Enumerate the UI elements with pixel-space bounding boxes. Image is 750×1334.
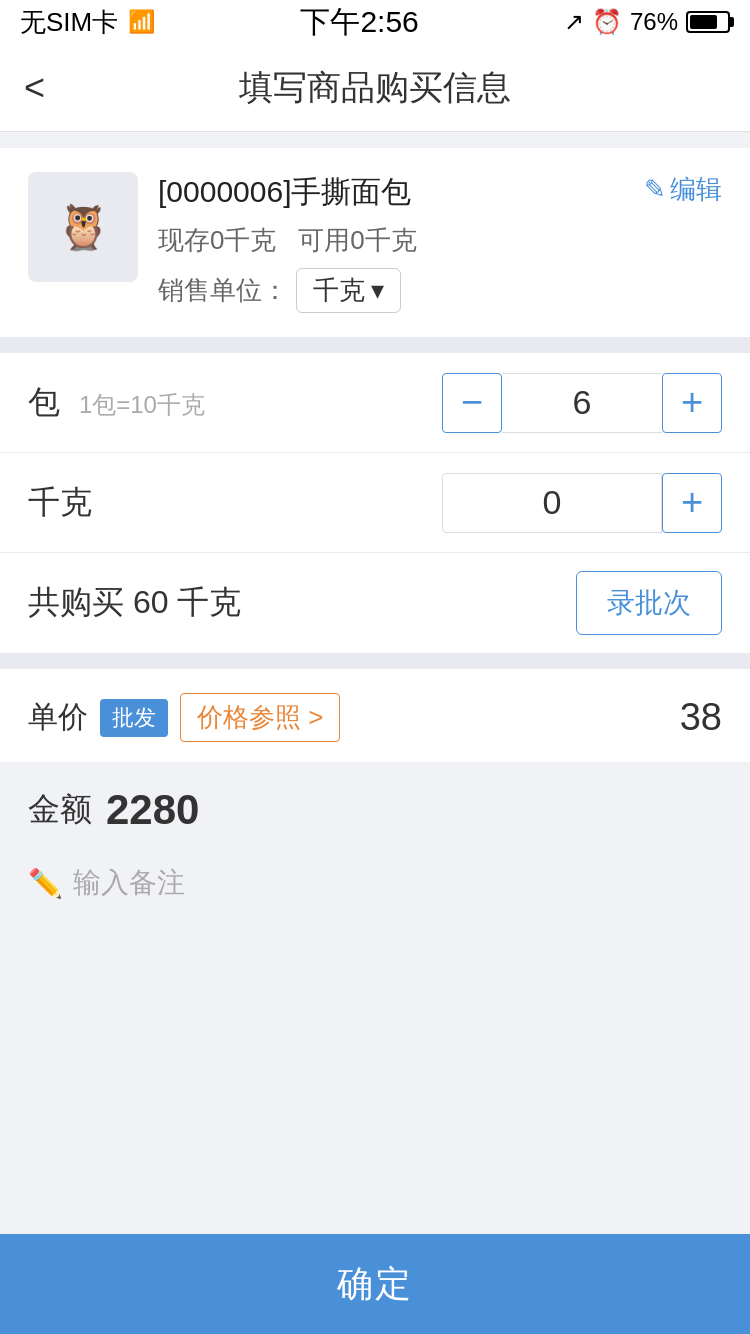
amount-row: 金额 2280 — [28, 786, 722, 834]
status-time: 下午2:56 — [300, 2, 418, 43]
bao-section: 包 1包=10千克 − + 千克 + — [0, 353, 750, 553]
dropdown-arrow-icon: ▾ — [371, 275, 384, 306]
price-ref-button[interactable]: 价格参照 > — [180, 693, 340, 742]
product-logo-icon: 🦉 — [56, 201, 111, 253]
divider-2 — [0, 653, 750, 669]
current-stock: 现存0千克 — [158, 225, 276, 255]
total-row: 共购买 60 千克 录批次 — [0, 553, 750, 653]
bao-increment-button[interactable]: + — [662, 373, 722, 433]
bao-hint: 1包=10千克 — [79, 391, 205, 418]
price-tag: 批发 — [100, 699, 168, 737]
edit-icon: ✎ — [644, 174, 666, 205]
bao-label-text: 包 — [28, 384, 60, 420]
product-thumbnail: 🦉 — [28, 172, 138, 282]
kg-row: 千克 + — [0, 453, 750, 553]
unit-label: 销售单位： — [158, 273, 288, 308]
page-title: 填写商品购买信息 — [239, 65, 511, 111]
total-label: 共购买 60 千克 — [28, 581, 241, 625]
price-row: 单价 批发 价格参照 > 38 — [28, 693, 722, 742]
bao-decrement-button[interactable]: − — [442, 373, 502, 433]
kg-label: 千克 — [28, 481, 442, 525]
product-name: [0000006]手撕面包 — [158, 172, 722, 213]
confirm-button[interactable]: 确定 — [0, 1234, 750, 1334]
alarm-icon: ⏰ — [592, 8, 622, 36]
batch-button[interactable]: 录批次 — [576, 571, 722, 635]
divider-1 — [0, 337, 750, 353]
product-card: 🦉 [0000006]手撕面包 现存0千克 可用0千克 销售单位： 千克 ▾ ✎… — [0, 148, 750, 337]
remark-placeholder: 输入备注 — [73, 864, 185, 902]
bao-qty-input[interactable] — [502, 373, 662, 433]
amount-section: 金额 2280 ✏️ 输入备注 — [0, 762, 750, 922]
bao-label: 包 1包=10千克 — [28, 381, 442, 425]
price-value: 38 — [680, 696, 722, 739]
pencil-icon: ✏️ — [28, 867, 63, 900]
unit-selector[interactable]: 千克 ▾ — [296, 268, 401, 313]
kg-qty-control: + — [442, 473, 722, 533]
status-bar: 无SIM卡 📶 下午2:56 ↗ ⏰ 76% — [0, 0, 750, 44]
edit-label: 编辑 — [670, 172, 722, 207]
carrier-text: 无SIM卡 — [20, 5, 118, 40]
battery-icon — [686, 11, 730, 33]
kg-qty-input[interactable] — [442, 473, 662, 533]
product-info: [0000006]手撕面包 现存0千克 可用0千克 销售单位： 千克 ▾ — [158, 172, 722, 313]
price-section: 单价 批发 价格参照 > 38 — [0, 669, 750, 762]
wifi-icon: 📶 — [128, 9, 155, 35]
product-stock: 现存0千克 可用0千克 — [158, 223, 722, 258]
price-label: 单价 — [28, 697, 88, 738]
remark-row[interactable]: ✏️ 输入备注 — [28, 854, 722, 922]
nav-bar: < 填写商品购买信息 — [0, 44, 750, 132]
status-right: ↗ ⏰ 76% — [564, 8, 730, 36]
bao-qty-control: − + — [442, 373, 722, 433]
back-button[interactable]: < — [24, 67, 45, 109]
amount-value: 2280 — [106, 786, 199, 834]
status-left: 无SIM卡 📶 — [20, 5, 155, 40]
product-unit-row: 销售单位： 千克 ▾ — [158, 268, 722, 313]
bao-row: 包 1包=10千克 − + — [0, 353, 750, 453]
unit-value: 千克 — [313, 273, 365, 308]
kg-increment-button[interactable]: + — [662, 473, 722, 533]
location-icon: ↗ — [564, 8, 584, 36]
available-stock: 可用0千克 — [298, 225, 416, 255]
battery-percent: 76% — [630, 8, 678, 36]
edit-button[interactable]: ✎ 编辑 — [644, 172, 722, 207]
price-label-group: 单价 批发 价格参照 > — [28, 693, 340, 742]
amount-label: 金额 — [28, 788, 92, 832]
spacer — [0, 922, 750, 1234]
